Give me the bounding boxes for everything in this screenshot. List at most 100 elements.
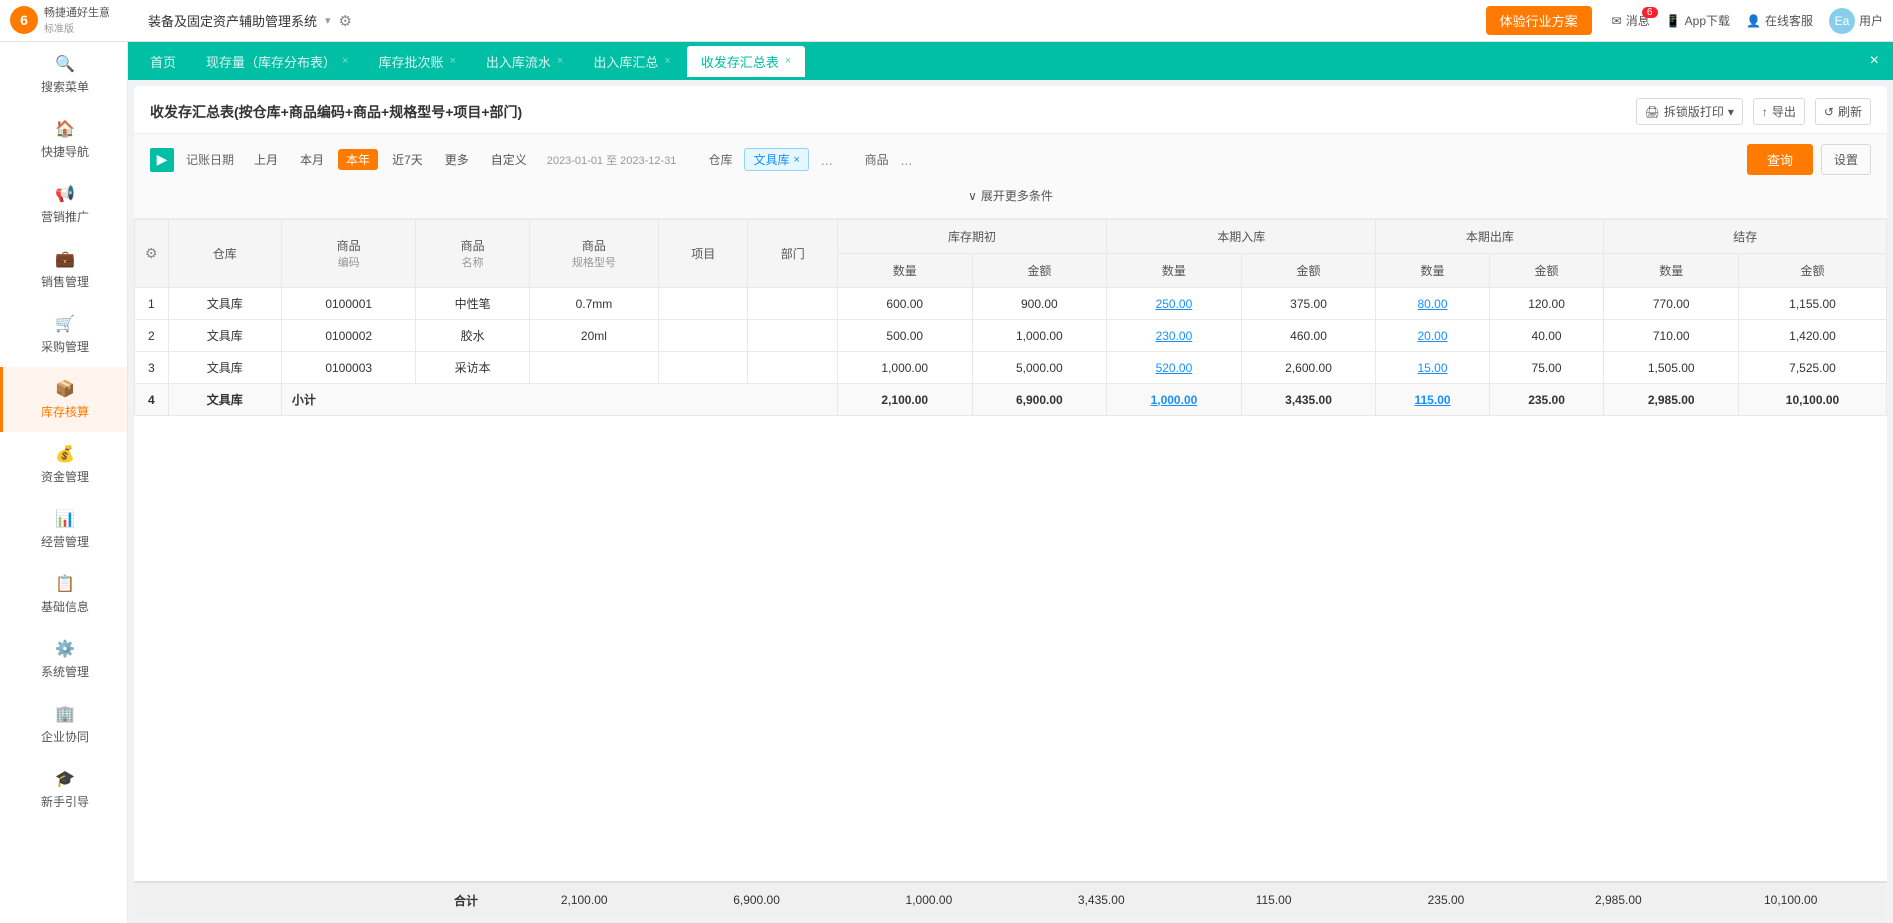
tab-inout-flow[interactable]: 出入库流水 × xyxy=(472,46,577,77)
settings-icon[interactable]: ⚙ xyxy=(339,12,352,30)
expand-more-button[interactable]: ∨ 展开更多条件 xyxy=(960,183,1061,208)
col-bal-amt: 金额 xyxy=(1739,254,1887,288)
warehouse-tag-remove[interactable]: × xyxy=(793,154,799,166)
tab-close-all-button[interactable]: × xyxy=(1864,52,1885,69)
sidebar-item-quick-nav[interactable]: 🏠 快捷导航 xyxy=(0,107,127,172)
total-out-amt: 235.00 xyxy=(1406,893,1486,907)
sidebar-item-sales[interactable]: 💼 销售管理 xyxy=(0,237,127,302)
warehouse-filter-dots[interactable]: ... xyxy=(821,152,833,168)
date-cur-month[interactable]: 本月 xyxy=(292,149,332,170)
row-product-code: 0100003 xyxy=(281,352,416,384)
row-in-qty[interactable]: 230.00 xyxy=(1107,320,1242,352)
export-button[interactable]: ↑ 导出 xyxy=(1753,98,1805,125)
online-service-item[interactable]: 👤 在线客服 xyxy=(1746,12,1813,29)
sidebar-item-marketing[interactable]: 📢 营销推广 xyxy=(0,172,127,237)
tab-recv-send[interactable]: 收发存汇总表 × xyxy=(687,46,805,77)
tab-inout-summary[interactable]: 出入库汇总 × xyxy=(579,46,684,77)
tab-inout-summary-close[interactable]: × xyxy=(664,55,670,67)
row-in-qty[interactable]: 250.00 xyxy=(1107,288,1242,320)
row-department xyxy=(748,320,837,352)
sidebar-item-purchase[interactable]: 🛒 采购管理 xyxy=(0,302,127,367)
col-settings[interactable]: ⚙ xyxy=(135,220,169,288)
sidebar-label-purchase: 采购管理 xyxy=(41,338,89,355)
guide-icon: 🎓 xyxy=(55,769,75,789)
filter-settings-button[interactable]: 设置 xyxy=(1821,144,1871,175)
table-gear-icon[interactable]: ⚙ xyxy=(145,245,158,261)
bottom-total-bar: 合计 2,100.00 6,900.00 1,000.00 3,435.00 1… xyxy=(134,881,1887,917)
subtotal-bal-amt: 10,100.00 xyxy=(1739,384,1887,416)
message-icon: ✉ xyxy=(1612,14,1622,28)
system-dropdown-icon[interactable]: ▾ xyxy=(325,14,331,27)
col-bal-qty: 数量 xyxy=(1604,254,1739,288)
row-in-qty[interactable]: 520.00 xyxy=(1107,352,1242,384)
subtotal-no: 4 xyxy=(135,384,169,416)
sales-icon: 💼 xyxy=(55,249,75,269)
total-out-qty: 115.00 xyxy=(1234,893,1314,907)
row-open-amt: 1,000.00 xyxy=(972,320,1107,352)
date-more[interactable]: 更多 xyxy=(437,149,477,170)
total-label: 合计 xyxy=(454,892,478,909)
sidebar-label-basic-info: 基础信息 xyxy=(41,598,89,615)
sidebar-item-operations[interactable]: 📊 经营管理 xyxy=(0,497,127,562)
date-prev-month[interactable]: 上月 xyxy=(246,149,286,170)
row-no: 3 xyxy=(135,352,169,384)
row-bal-amt: 7,525.00 xyxy=(1739,352,1887,384)
filter-expand-button[interactable]: ▶ xyxy=(150,148,174,172)
message-item[interactable]: ✉ 消息 6 xyxy=(1612,12,1650,29)
query-button[interactable]: 查询 xyxy=(1747,144,1813,175)
refresh-button[interactable]: ↺ 刷新 xyxy=(1815,98,1871,125)
col-balance: 结存 xyxy=(1604,220,1887,254)
sidebar-item-inventory[interactable]: 📦 库存核算 xyxy=(0,367,127,432)
user-avatar: Ea xyxy=(1829,8,1855,34)
date-last-7[interactable]: 近7天 xyxy=(384,149,431,170)
tab-inout-flow-close[interactable]: × xyxy=(557,55,563,67)
print-button[interactable]: 🖨 拆锁版打印 ▾ xyxy=(1636,98,1743,125)
tab-bar-end: × xyxy=(1864,52,1885,70)
total-in-qty: 1,000.00 xyxy=(889,893,969,907)
tab-home[interactable]: 首页 xyxy=(136,46,190,77)
app-download-item[interactable]: 📱 App下载 xyxy=(1666,12,1730,29)
row-open-qty: 500.00 xyxy=(837,320,972,352)
user-item[interactable]: Ea 用户 xyxy=(1829,8,1883,34)
tab-inventory-dist[interactable]: 现存量（库存分布表） × xyxy=(192,46,362,77)
row-product-spec: 20ml xyxy=(529,320,658,352)
subtotal-row: 4 文具库 小计 2,100.00 6,900.00 1,000.00 3,43… xyxy=(135,384,1887,416)
row-open-amt: 5,000.00 xyxy=(972,352,1107,384)
tab-bar: 首页 现存量（库存分布表） × 库存批次账 × 出入库流水 × 出入库汇总 × … xyxy=(128,42,1893,80)
row-in-amt: 460.00 xyxy=(1241,320,1376,352)
warehouse-tag: 文具库 × xyxy=(744,148,808,171)
row-out-qty[interactable]: 20.00 xyxy=(1376,320,1489,352)
sidebar-item-finance[interactable]: 💰 资金管理 xyxy=(0,432,127,497)
tab-inventory-dist-close[interactable]: × xyxy=(342,55,348,67)
row-open-qty: 600.00 xyxy=(837,288,972,320)
sidebar-item-search[interactable]: 🔍 搜索菜单 xyxy=(0,42,127,107)
tab-batch-close[interactable]: × xyxy=(449,55,455,67)
sidebar-item-enterprise[interactable]: 🏢 企业协同 xyxy=(0,692,127,757)
date-range-text: 2023-01-01 至 2023-12-31 xyxy=(547,152,677,168)
product-filter-dots[interactable]: ... xyxy=(901,152,913,168)
subtotal-in-qty: 1,000.00 xyxy=(1107,384,1242,416)
col-open-qty: 数量 xyxy=(837,254,972,288)
sidebar-item-basic-info[interactable]: 📋 基础信息 xyxy=(0,562,127,627)
row-out-qty[interactable]: 80.00 xyxy=(1376,288,1489,320)
row-out-qty[interactable]: 15.00 xyxy=(1376,352,1489,384)
col-out-qty: 数量 xyxy=(1376,254,1489,288)
date-cur-year[interactable]: 本年 xyxy=(338,149,378,170)
trial-button[interactable]: 体验行业方案 xyxy=(1486,6,1592,35)
service-icon: 👤 xyxy=(1746,14,1761,28)
query-actions: 查询 设置 xyxy=(1747,144,1871,175)
tab-recv-send-close[interactable]: × xyxy=(785,55,791,67)
sidebar-item-system[interactable]: ⚙️ 系统管理 xyxy=(0,627,127,692)
table-area: ⚙ 仓库 商品编码 商品名称 商品规格型号 项目 部门 库存期初 本期入库 本期… xyxy=(134,219,1887,881)
page-header: 收发存汇总表(按仓库+商品编码+商品+规格型号+项目+部门) 🖨 拆锁版打印 ▾… xyxy=(134,86,1887,134)
top-header: 6 畅捷通好生意 标准版 装备及固定资产辅助管理系统 ▾ ⚙ 体验行业方案 ✉ … xyxy=(0,0,1893,42)
sidebar-label-operations: 经营管理 xyxy=(41,533,89,550)
tab-batch[interactable]: 库存批次账 × xyxy=(364,46,469,77)
logo-area: 6 畅捷通好生意 标准版 xyxy=(10,6,138,35)
date-options: 上月 本月 本年 近7天 更多 自定义 xyxy=(246,149,535,170)
tab-inventory-dist-label: 现存量（库存分布表） xyxy=(206,52,336,71)
sidebar-item-guide[interactable]: 🎓 新手引导 xyxy=(0,757,127,822)
date-custom[interactable]: 自定义 xyxy=(483,149,535,170)
date-filter-label: 记账日期 xyxy=(186,151,234,168)
subtotal-label: 小计 xyxy=(281,384,837,416)
